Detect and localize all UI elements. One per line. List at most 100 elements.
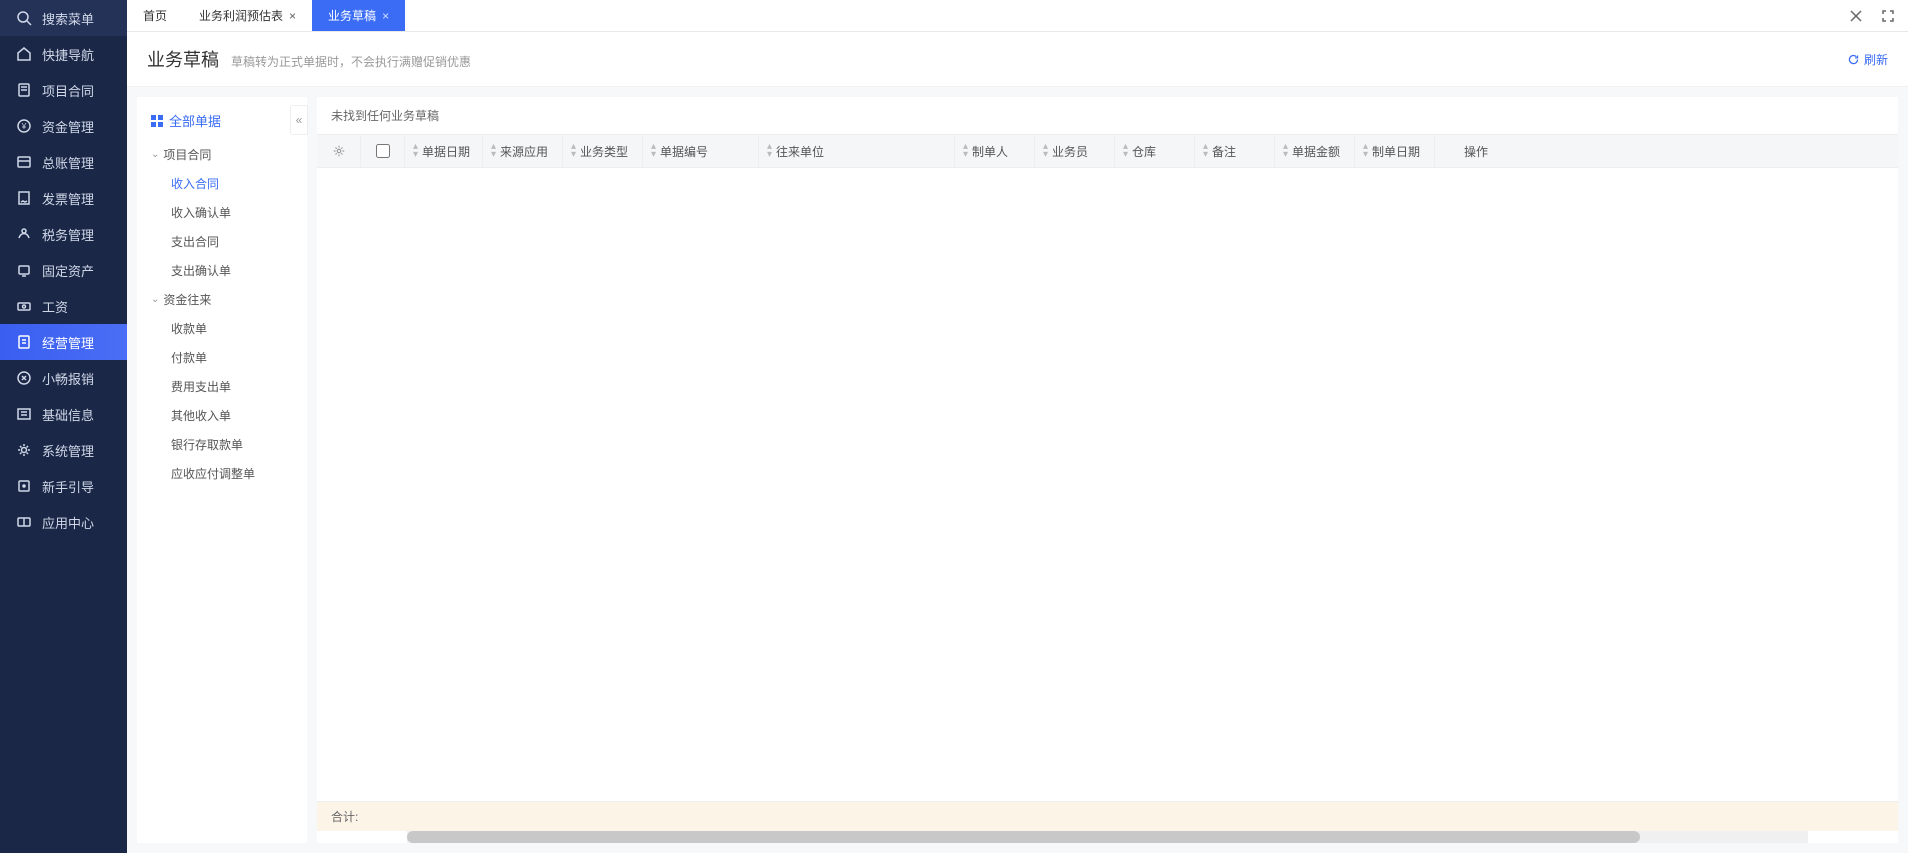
sort-icon: ▴▾ bbox=[767, 143, 772, 159]
select-all-cell[interactable] bbox=[361, 135, 405, 167]
sidebar-label: 总账管理 bbox=[42, 153, 94, 172]
sort-icon: ▴▾ bbox=[413, 143, 418, 159]
tab-profit-estimate[interactable]: 业务利润预估表 × bbox=[183, 0, 312, 31]
ledger-icon bbox=[16, 154, 32, 170]
tree-group-label-text: 资金往来 bbox=[163, 291, 211, 308]
business-icon bbox=[16, 334, 32, 350]
tab-home[interactable]: 首页 bbox=[127, 0, 183, 31]
refresh-button[interactable]: 刷新 bbox=[1847, 51, 1888, 68]
tree-item-income-confirm[interactable]: 收入确认单 bbox=[137, 198, 307, 227]
chevron-down-icon: ⌄ bbox=[151, 149, 159, 160]
close-icon[interactable]: × bbox=[289, 9, 296, 23]
tree-group-funds[interactable]: ⌄ 资金往来 bbox=[137, 285, 307, 314]
tabs-bar: 首页 业务利润预估表 × 业务草稿 × bbox=[127, 0, 1908, 32]
th-salesperson[interactable]: ▴▾业务员 bbox=[1035, 135, 1115, 167]
sidebar-label: 应用中心 bbox=[42, 513, 94, 532]
th-bill-no[interactable]: ▴▾单据编号 bbox=[643, 135, 759, 167]
table-header: ▴▾单据日期 ▴▾来源应用 ▴▾业务类型 ▴▾单据编号 ▴▾往来单位 ▴▾制单人… bbox=[317, 134, 1898, 168]
filter-panel: 全部单据 « ⌄ 项目合同 收入合同 收入确认单 支出合同 支出确认单 ⌄ 资金… bbox=[137, 97, 307, 843]
filter-all-button[interactable]: 全部单据 bbox=[137, 107, 307, 140]
page-header: 业务草稿 草稿转为正式单据时，不会执行满赠促销优惠 刷新 bbox=[127, 32, 1908, 87]
tree-item-income-contract[interactable]: 收入合同 bbox=[137, 169, 307, 198]
asset-icon bbox=[16, 262, 32, 278]
tab-label: 业务利润预估表 bbox=[199, 7, 283, 24]
sort-icon: ▴▾ bbox=[651, 143, 656, 159]
grid-icon bbox=[151, 115, 163, 127]
th-creator[interactable]: ▴▾制单人 bbox=[955, 135, 1035, 167]
tree-item-receipt[interactable]: 收款单 bbox=[137, 314, 307, 343]
sidebar-item-tax[interactable]: 税务管理 bbox=[0, 216, 127, 252]
sidebar-item-info[interactable]: 基础信息 bbox=[0, 396, 127, 432]
main-sidebar: 搜索菜单 快捷导航 项目合同 ¥ 资金管理 总账管理 发票管理 税务管理 固定资 bbox=[0, 0, 127, 853]
sidebar-label: 税务管理 bbox=[42, 225, 94, 244]
tree-group-label-text: 项目合同 bbox=[163, 146, 211, 163]
sidebar-label: 快捷导航 bbox=[42, 45, 94, 64]
sidebar-label: 资金管理 bbox=[42, 117, 94, 136]
th-partner[interactable]: ▴▾往来单位 bbox=[759, 135, 955, 167]
sidebar-item-invoice[interactable]: 发票管理 bbox=[0, 180, 127, 216]
sort-icon: ▴▾ bbox=[571, 143, 576, 159]
close-icon[interactable]: × bbox=[382, 9, 389, 23]
invoice-icon bbox=[16, 190, 32, 206]
sort-icon: ▴▾ bbox=[1283, 143, 1288, 159]
th-source-app[interactable]: ▴▾来源应用 bbox=[483, 135, 563, 167]
sidebar-label: 搜索菜单 bbox=[42, 9, 94, 28]
th-bill-date[interactable]: ▴▾单据日期 bbox=[405, 135, 483, 167]
money-icon: ¥ bbox=[16, 118, 32, 134]
search-icon bbox=[16, 10, 32, 26]
tab-business-draft[interactable]: 业务草稿 × bbox=[312, 0, 405, 31]
sidebar-item-system[interactable]: 系统管理 bbox=[0, 432, 127, 468]
apps-icon bbox=[16, 514, 32, 530]
sidebar-item-quicknav[interactable]: 快捷导航 bbox=[0, 36, 127, 72]
sidebar-item-apps[interactable]: 应用中心 bbox=[0, 504, 127, 540]
th-create-date[interactable]: ▴▾制单日期 bbox=[1355, 135, 1435, 167]
close-all-icon[interactable] bbox=[1846, 6, 1866, 26]
sidebar-item-salary[interactable]: 工资 bbox=[0, 288, 127, 324]
tree-item-bank-transfer[interactable]: 银行存取款单 bbox=[137, 430, 307, 459]
sort-icon: ▴▾ bbox=[491, 143, 496, 159]
tree-item-expense-confirm[interactable]: 支出确认单 bbox=[137, 256, 307, 285]
sidebar-label: 固定资产 bbox=[42, 261, 94, 280]
tree-group-contract[interactable]: ⌄ 项目合同 bbox=[137, 140, 307, 169]
th-warehouse[interactable]: ▴▾仓库 bbox=[1115, 135, 1195, 167]
table-area: 未找到任何业务草稿 ▴▾单据日期 ▴▾来源应用 ▴▾业务类型 ▴▾单据编号 ▴▾… bbox=[317, 97, 1898, 843]
gear-icon bbox=[332, 144, 346, 158]
fullscreen-icon[interactable] bbox=[1878, 6, 1898, 26]
sort-icon: ▴▾ bbox=[1123, 143, 1128, 159]
sidebar-item-ledger[interactable]: 总账管理 bbox=[0, 144, 127, 180]
sidebar-label: 基础信息 bbox=[42, 405, 94, 424]
tree-item-ar-ap-adjust[interactable]: 应收应付调整单 bbox=[137, 459, 307, 488]
sidebar-label: 系统管理 bbox=[42, 441, 94, 460]
sidebar-item-reimburse[interactable]: 小畅报销 bbox=[0, 360, 127, 396]
th-remark[interactable]: ▴▾备注 bbox=[1195, 135, 1275, 167]
sidebar-item-business[interactable]: 经营管理 bbox=[0, 324, 127, 360]
content-row: 全部单据 « ⌄ 项目合同 收入合同 收入确认单 支出合同 支出确认单 ⌄ 资金… bbox=[127, 87, 1908, 853]
page-title: 业务草稿 bbox=[147, 46, 219, 72]
sidebar-item-asset[interactable]: 固定资产 bbox=[0, 252, 127, 288]
info-icon bbox=[16, 406, 32, 422]
th-amount[interactable]: ▴▾单据金额 bbox=[1275, 135, 1355, 167]
filter-all-label: 全部单据 bbox=[169, 111, 221, 130]
footer-total-label: 合计: bbox=[331, 808, 358, 825]
collapse-panel-button[interactable]: « bbox=[290, 105, 308, 135]
home-icon bbox=[16, 46, 32, 62]
column-settings-button[interactable] bbox=[317, 135, 361, 167]
tree-item-expense-contract[interactable]: 支出合同 bbox=[137, 227, 307, 256]
th-biz-type[interactable]: ▴▾业务类型 bbox=[563, 135, 643, 167]
tree-item-other-income[interactable]: 其他收入单 bbox=[137, 401, 307, 430]
page-subtitle: 草稿转为正式单据时，不会执行满赠促销优惠 bbox=[231, 53, 471, 70]
gear-icon bbox=[16, 442, 32, 458]
sidebar-item-search[interactable]: 搜索菜单 bbox=[0, 0, 127, 36]
sidebar-item-guide[interactable]: 新手引导 bbox=[0, 468, 127, 504]
sidebar-label: 小畅报销 bbox=[42, 369, 94, 388]
tree-item-payment[interactable]: 付款单 bbox=[137, 343, 307, 372]
sidebar-item-contract[interactable]: 项目合同 bbox=[0, 72, 127, 108]
chevron-down-icon: ⌄ bbox=[151, 294, 159, 305]
sidebar-item-funds[interactable]: ¥ 资金管理 bbox=[0, 108, 127, 144]
tree-item-expense-bill[interactable]: 费用支出单 bbox=[137, 372, 307, 401]
horizontal-scrollbar[interactable] bbox=[407, 831, 1808, 843]
scrollbar-thumb[interactable] bbox=[407, 831, 1640, 843]
sort-icon: ▴▾ bbox=[1043, 143, 1048, 159]
tab-label: 首页 bbox=[143, 7, 167, 24]
select-all-checkbox[interactable] bbox=[376, 144, 390, 158]
